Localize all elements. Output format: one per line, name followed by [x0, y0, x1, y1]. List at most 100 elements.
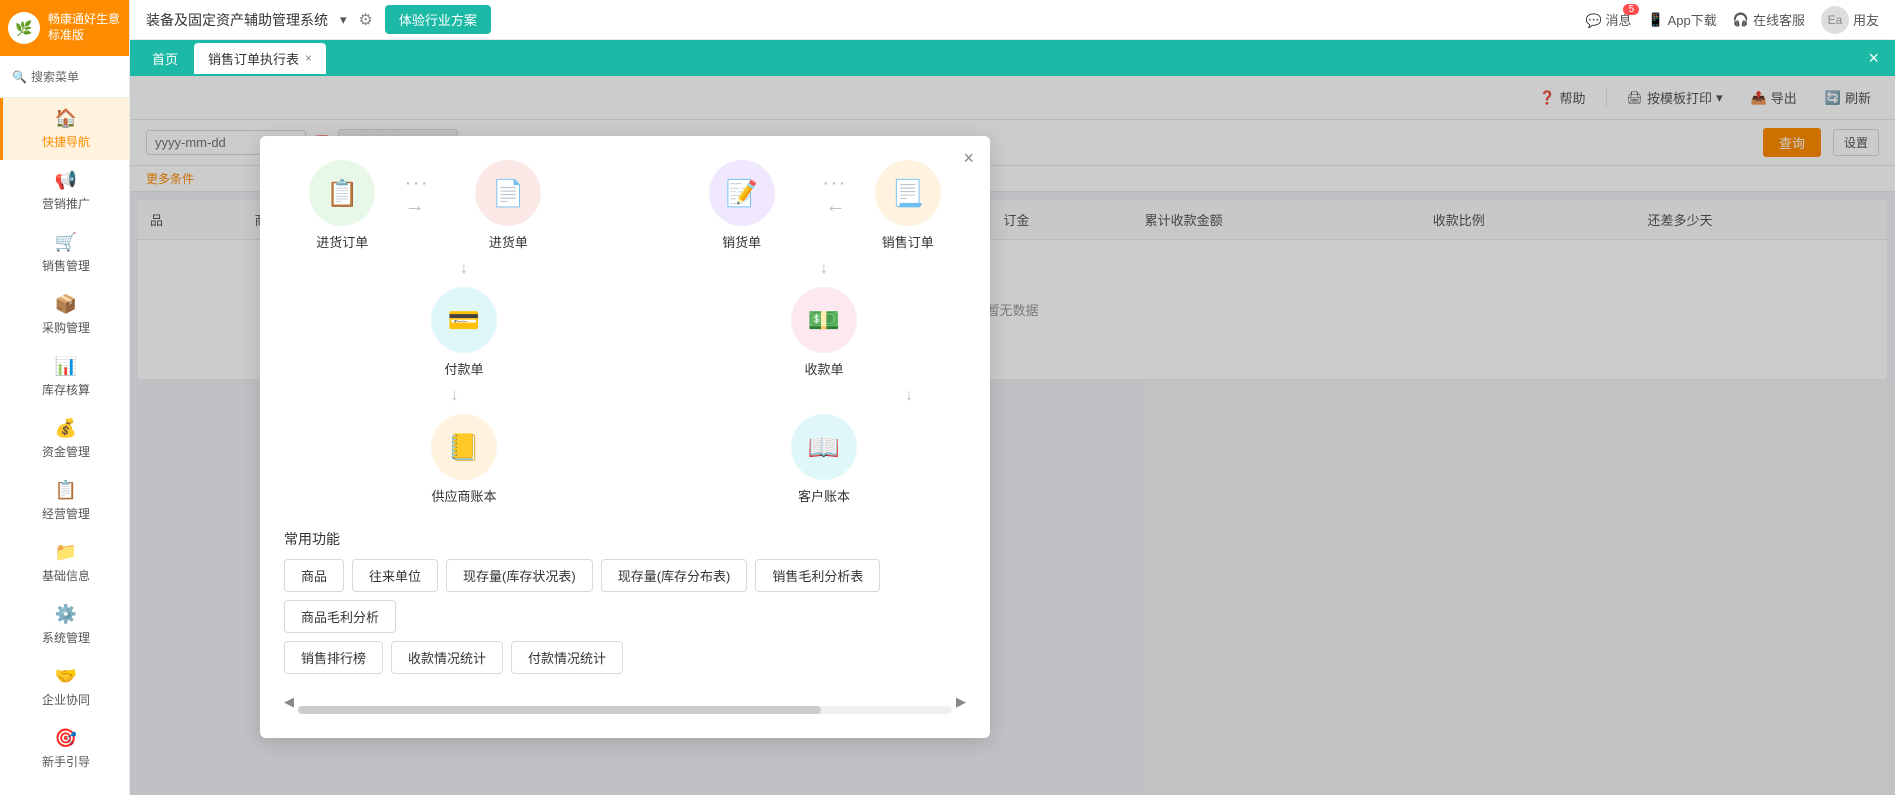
- flow-node-supplier-ledger[interactable]: 📒 供应商账本: [404, 414, 524, 505]
- modal-panel: × 📋 进货订单 · · · → 📄 进货单: [260, 136, 990, 738]
- message-badge[interactable]: 💬 5 消息: [1586, 10, 1632, 29]
- system-dropdown[interactable]: ▾: [340, 12, 347, 28]
- topbar-right: 💬 5 消息 📱 App下载 🎧 在线客服 Ea 用友: [1586, 6, 1879, 34]
- arrow-h-2: · · · →: [804, 172, 845, 218]
- receipt-icon: 💵: [791, 287, 857, 353]
- message-count: 5: [1623, 4, 1639, 15]
- customer-ledger-label: 客户账本: [798, 486, 850, 505]
- btn-counterpart[interactable]: 往来单位: [352, 559, 438, 592]
- sidebar-item-marketing[interactable]: 📢 营销推广: [0, 160, 129, 222]
- arrow-h-1: · · · →: [405, 172, 446, 218]
- btn-payment-stat[interactable]: 付款情况统计: [511, 641, 623, 674]
- trial-button[interactable]: 体验行业方案: [385, 5, 491, 34]
- collab-icon: 🤝: [55, 666, 77, 687]
- sidebar-item-basic[interactable]: 📁 基础信息: [0, 532, 129, 594]
- purchase-icon: 📦: [55, 294, 77, 315]
- sidebar-item-collab[interactable]: 🤝 企业协同: [0, 656, 129, 718]
- sale-order-icon: 📃: [875, 160, 941, 226]
- scrollbar-thumb[interactable]: [298, 706, 821, 714]
- sale-bill-icon: 📝: [709, 160, 775, 226]
- btn-product-profit[interactable]: 商品毛利分析: [284, 600, 396, 633]
- sidebar-item-inventory[interactable]: 📊 库存核算: [0, 346, 129, 408]
- finance-icon: 💰: [55, 418, 77, 439]
- online-service-btn[interactable]: 🎧 在线客服: [1733, 10, 1805, 29]
- payment-icon: 💳: [431, 287, 497, 353]
- chevron-down-icon: ▾: [340, 12, 347, 28]
- flow-node-sale-bill[interactable]: 📝 销货单: [683, 160, 800, 251]
- sidebar-item-system[interactable]: ⚙️ 系统管理: [0, 594, 129, 656]
- settings-icon[interactable]: ⚙: [359, 10, 373, 30]
- tabbar: 首页 销售订单执行表 × ×: [130, 40, 1895, 76]
- avatar: Ea: [1821, 6, 1849, 34]
- purchase-bill-icon: 📄: [475, 160, 541, 226]
- modal-close-button[interactable]: ×: [963, 148, 974, 169]
- scroll-left-arrow[interactable]: ◀: [284, 694, 294, 710]
- flow-diagram: 📋 进货订单 · · · → 📄 进货单 📝 销货单: [284, 160, 966, 513]
- basic-icon: 📁: [55, 542, 77, 563]
- btn-receipt-stat[interactable]: 收款情况统计: [391, 641, 503, 674]
- system-title: 装备及固定资产辅助管理系统: [146, 10, 328, 30]
- flow-row-2: 💳 付款单 💵 收款单: [284, 287, 966, 378]
- search-menu-button[interactable]: 🔍 搜索菜单: [8, 64, 121, 89]
- sidebar-item-quick-nav[interactable]: 🏠 快捷导航: [0, 98, 129, 160]
- operation-icon: 📋: [55, 480, 77, 501]
- purchase-order-label: 进货订单: [316, 232, 368, 251]
- message-icon: 💬: [1586, 13, 1602, 28]
- sidebar-item-sales[interactable]: 🛒 销售管理: [0, 222, 129, 284]
- receipt-label: 收款单: [804, 359, 843, 378]
- main-content: 装备及固定资产辅助管理系统 ▾ ⚙ 体验行业方案 💬 5 消息 📱 App下载 …: [130, 0, 1895, 795]
- purchase-bill-label: 进货单: [489, 232, 528, 251]
- sidebar-search[interactable]: 🔍 搜索菜单: [0, 56, 129, 98]
- sidebar-item-purchase[interactable]: 📦 采购管理: [0, 284, 129, 346]
- app-download-btn[interactable]: 📱 App下载: [1647, 10, 1716, 29]
- tab-bar-close[interactable]: ×: [1860, 48, 1887, 69]
- sales-icon: 🛒: [55, 232, 77, 253]
- btn-stock-status[interactable]: 现存量(库存状况表): [446, 559, 593, 592]
- common-functions-title: 常用功能: [284, 529, 966, 549]
- service-icon: 🎧: [1733, 12, 1749, 28]
- sale-order-label: 销售订单: [882, 232, 934, 251]
- flow-node-purchase-order[interactable]: 📋 进货订单: [284, 160, 401, 251]
- download-icon: 📱: [1647, 12, 1663, 28]
- sidebar-item-operation[interactable]: 📋 经营管理: [0, 470, 129, 532]
- home-icon: 🏠: [55, 108, 77, 129]
- sidebar-item-guide[interactable]: 🎯 新手引导: [0, 718, 129, 780]
- btn-sales-profit[interactable]: 销售毛利分析表: [755, 559, 880, 592]
- flow-node-purchase-bill[interactable]: 📄 进货单: [450, 160, 567, 251]
- btn-stock-dist[interactable]: 现存量(库存分布表): [601, 559, 748, 592]
- sidebar-item-finance[interactable]: 💰 资金管理: [0, 408, 129, 470]
- topbar: 装备及固定资产辅助管理系统 ▾ ⚙ 体验行业方案 💬 5 消息 📱 App下载 …: [130, 0, 1895, 40]
- tab-home[interactable]: 首页: [138, 43, 192, 74]
- arrow-down-2: ↓: [764, 261, 884, 277]
- flow-row-3: 📒 供应商账本 📖 客户账本: [284, 414, 966, 505]
- tab-sales-order[interactable]: 销售订单执行表 ×: [194, 43, 326, 74]
- sale-bill-label: 销货单: [722, 232, 761, 251]
- inventory-icon: 📊: [55, 356, 77, 377]
- btn-product[interactable]: 商品: [284, 559, 344, 592]
- logo-icon: 🌿: [8, 12, 40, 44]
- flow-node-receipt[interactable]: 💵 收款单: [764, 287, 884, 378]
- modal-scrollbar-row: ◀ ▶: [284, 690, 966, 714]
- sidebar-nav: 🏠 快捷导航 📢 营销推广 🛒 销售管理 📦 采购管理 📊 库存核算 💰: [0, 98, 129, 795]
- scroll-right-arrow[interactable]: ▶: [956, 694, 966, 710]
- tab-close-icon[interactable]: ×: [305, 51, 312, 65]
- arrow-down-3: ↓: [398, 388, 512, 404]
- btn-sales-rank[interactable]: 销售排行榜: [284, 641, 383, 674]
- guide-icon: 🎯: [55, 728, 77, 749]
- supplier-ledger-icon: 📒: [431, 414, 497, 480]
- user-menu[interactable]: Ea 用友: [1821, 6, 1879, 34]
- common-buttons-row-1: 商品 往来单位 现存量(库存状况表) 现存量(库存分布表) 销售毛利分析表 商品…: [284, 559, 966, 633]
- flow-node-sale-order[interactable]: 📃 销售订单: [849, 160, 966, 251]
- marketing-icon: 📢: [55, 170, 77, 191]
- search-icon: 🔍: [12, 70, 27, 84]
- sidebar: 🌿 畅康通好生意 标准版 🔍 搜索菜单 🏠 快捷导航 📢 营销推广 🛒: [0, 0, 130, 795]
- supplier-ledger-label: 供应商账本: [431, 486, 496, 505]
- flow-node-customer-ledger[interactable]: 📖 客户账本: [764, 414, 884, 505]
- common-buttons-row-2: 销售排行榜 收款情况统计 付款情况统计: [284, 641, 966, 674]
- customer-ledger-icon: 📖: [791, 414, 857, 480]
- flow-node-payment[interactable]: 💳 付款单: [404, 287, 524, 378]
- modal-scrollbar[interactable]: [298, 706, 952, 714]
- system-icon: ⚙️: [55, 604, 77, 625]
- content-area: ❓ 帮助 🖨 按模板打印 ▾ 📤 导出 🔄 刷新: [130, 76, 1895, 795]
- logo-text: 畅康通好生意 标准版: [48, 12, 120, 43]
